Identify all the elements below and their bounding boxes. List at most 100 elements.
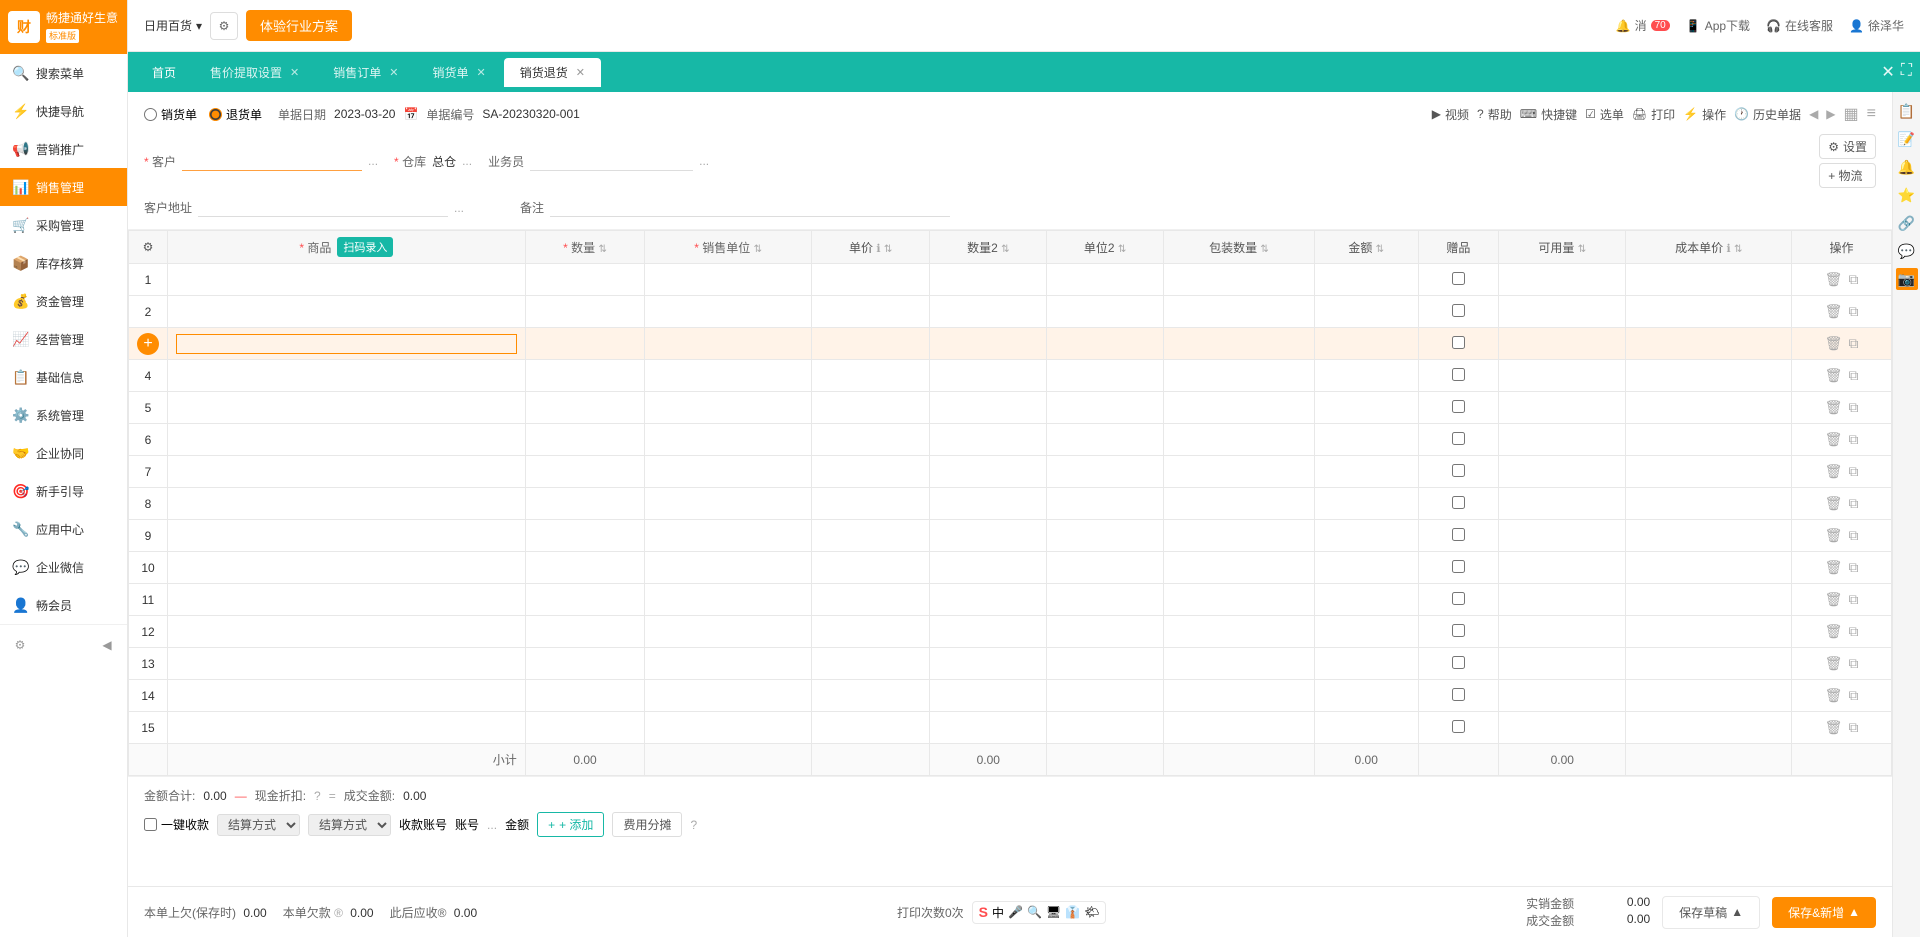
delete-row-5-btn[interactable]: 🗑 (1825, 399, 1843, 416)
gift-checkbox-5[interactable] (1452, 400, 1465, 413)
sidebar-item-enterprise[interactable]: 🤝 企业协同 (0, 434, 127, 472)
trial-btn[interactable]: 体验行业方案 (246, 10, 352, 41)
operate-btn[interactable]: ⚡ 操作 (1683, 106, 1726, 123)
sidebar-item-finance[interactable]: 💰 资金管理 (0, 282, 127, 320)
gift-checkbox-10[interactable] (1452, 560, 1465, 573)
rs-btn-1[interactable]: 📋 (1896, 100, 1918, 122)
list-view-btn[interactable]: ≡ (1867, 105, 1876, 123)
radio-delivery[interactable]: 销货单 (144, 106, 197, 123)
copy-row-13-btn[interactable]: ⧉ (1848, 655, 1858, 672)
remark-input[interactable] (550, 198, 950, 217)
delete-row-10-btn[interactable]: 🗑 (1825, 559, 1843, 576)
sidebar-item-member[interactable]: 👤 畅会员 (0, 586, 127, 624)
delete-row-8-btn[interactable]: 🗑 (1825, 495, 1843, 512)
sidebar-item-shortcut[interactable]: ⚡ 快捷导航 (0, 92, 127, 130)
gift-checkbox-2[interactable] (1452, 304, 1465, 317)
delete-row-15-btn[interactable]: 🗑 (1825, 719, 1843, 736)
address-dots[interactable]: ... (454, 201, 464, 215)
delete-row-2-btn[interactable]: 🗑 (1825, 303, 1843, 320)
online-service-item[interactable]: 🎧 在线客服 (1766, 17, 1833, 34)
copy-row-8-btn[interactable]: ⧉ (1848, 495, 1858, 512)
tab-sale-price[interactable]: 售价提取设置 ✕ (194, 58, 315, 87)
discount-help-icon[interactable]: ? (314, 789, 321, 803)
tab-sale-return[interactable]: 销货退货 ✕ (504, 58, 601, 87)
settlement-select[interactable]: 结算方式 (217, 814, 300, 836)
copy-row-12-btn[interactable]: ⧉ (1848, 623, 1858, 640)
copy-row-4-btn[interactable]: ⧉ (1848, 367, 1858, 384)
scan-btn[interactable]: 扫码录入 (337, 237, 393, 257)
delete-row-11-btn[interactable]: 🗑 (1825, 591, 1843, 608)
sidebar-item-search[interactable]: 🔍 搜索菜单 (0, 54, 127, 92)
copy-row-11-btn[interactable]: ⧉ (1848, 591, 1858, 608)
gift-checkbox-8[interactable] (1452, 496, 1465, 509)
gift-checkbox-9[interactable] (1452, 528, 1465, 541)
gift-checkbox-7[interactable] (1452, 464, 1465, 477)
sidebar-item-wechat[interactable]: 💬 企业微信 (0, 548, 127, 586)
col-settings-header[interactable]: ⚙ (129, 231, 168, 264)
delete-row-3-btn[interactable]: 🗑 (1825, 335, 1843, 352)
copy-row-14-btn[interactable]: ⧉ (1848, 687, 1858, 704)
customer-input[interactable] (182, 152, 362, 171)
help-btn[interactable]: ? 帮助 (1477, 106, 1512, 123)
rs-btn-3[interactable]: 🔔 (1896, 156, 1918, 178)
print-btn[interactable]: 🖨 打印 (1632, 106, 1675, 123)
prev-history-btn[interactable]: ◀ (1809, 107, 1818, 121)
sidebar-item-operations[interactable]: 📈 经营管理 (0, 320, 127, 358)
radio-return[interactable]: 退货单 (209, 106, 262, 123)
add-row-btn[interactable]: + (137, 333, 159, 355)
fee-split-btn[interactable]: 费用分摊 (612, 812, 682, 837)
sidebar-item-basic[interactable]: 📋 基础信息 (0, 358, 127, 396)
sidebar-item-system[interactable]: ⚙️ 系统管理 (0, 396, 127, 434)
sidebar-item-newuser[interactable]: 🎯 新手引导 (0, 472, 127, 510)
app-download-item[interactable]: 📱 App下载 (1686, 17, 1750, 34)
delete-row-13-btn[interactable]: 🗑 (1825, 655, 1843, 672)
tab-close-sale-price[interactable]: ✕ (290, 66, 299, 79)
staff-dots[interactable]: ... (699, 154, 709, 168)
tabbar-close-btn[interactable]: ✕ (1881, 62, 1894, 82)
delete-row-7-btn[interactable]: 🗑 (1825, 463, 1843, 480)
address-input[interactable] (198, 198, 448, 217)
video-btn[interactable]: ▶ 视频 (1432, 106, 1469, 123)
doc-settings-btn[interactable]: ⚙ 设置 (1819, 134, 1876, 159)
gift-checkbox-12[interactable] (1452, 624, 1465, 637)
tab-sale-order[interactable]: 销售订单 ✕ (317, 58, 414, 87)
copy-row-6-btn[interactable]: ⧉ (1848, 431, 1858, 448)
history-btn[interactable]: 🕐 历史单据 (1734, 106, 1801, 123)
sidebar-item-marketing[interactable]: 📢 营销推广 (0, 130, 127, 168)
rs-btn-6[interactable]: 💬 (1896, 240, 1918, 262)
copy-row-9-btn[interactable]: ⧉ (1848, 527, 1858, 544)
sidebar-settings-btn[interactable]: ⚙ (8, 633, 32, 657)
notification-item[interactable]: 🔔 消 70 (1616, 17, 1670, 34)
one-click-collect-checkbox[interactable]: 一键收款 (144, 816, 209, 833)
gift-checkbox-4[interactable] (1452, 368, 1465, 381)
gift-checkbox-3[interactable] (1452, 336, 1465, 349)
rs-btn-4[interactable]: ⭐ (1896, 184, 1918, 206)
copy-row-7-btn[interactable]: ⧉ (1848, 463, 1858, 480)
shortcut-btn[interactable]: ⌨ 快捷键 (1520, 106, 1577, 123)
sidebar-item-sales[interactable]: 📊 销售管理 (0, 168, 127, 206)
daily-goods-select[interactable]: 日用百货 ▾ (144, 17, 202, 34)
copy-row-15-btn[interactable]: ⧉ (1848, 719, 1858, 736)
calculation-select[interactable]: 结算方式 (308, 814, 391, 836)
select-doc-btn[interactable]: ☑ 选单 (1585, 106, 1624, 123)
fee-help-icon[interactable]: ? (690, 818, 697, 832)
rs-btn-2[interactable]: 📝 (1896, 128, 1918, 150)
grid-view-btn[interactable]: ▦ (1844, 104, 1859, 124)
copy-row-5-btn[interactable]: ⧉ (1848, 399, 1858, 416)
gift-checkbox-1[interactable] (1452, 272, 1465, 285)
delete-row-4-btn[interactable]: 🗑 (1825, 367, 1843, 384)
copy-row-10-btn[interactable]: ⧉ (1848, 559, 1858, 576)
tab-close-sale-return[interactable]: ✕ (576, 66, 585, 79)
sidebar-collapse-btn[interactable]: ◀ (95, 633, 119, 657)
product-input-3[interactable] (176, 334, 517, 354)
rs-btn-7[interactable]: 📷 (1896, 268, 1918, 290)
gift-checkbox-15[interactable] (1452, 720, 1465, 733)
tab-home[interactable]: 首页 (136, 58, 192, 87)
delete-row-14-btn[interactable]: 🗑 (1825, 687, 1843, 704)
save-draft-btn[interactable]: 保存草稿 ▲ (1662, 896, 1760, 929)
tabbar-maximize-btn[interactable]: ⛶ (1901, 62, 1912, 82)
user-profile-item[interactable]: 👤 徐泽华 (1849, 17, 1904, 34)
calendar-icon[interactable]: 📅 (403, 107, 418, 121)
sidebar-item-apps[interactable]: 🔧 应用中心 (0, 510, 127, 548)
next-history-btn[interactable]: ▶ (1826, 107, 1835, 121)
